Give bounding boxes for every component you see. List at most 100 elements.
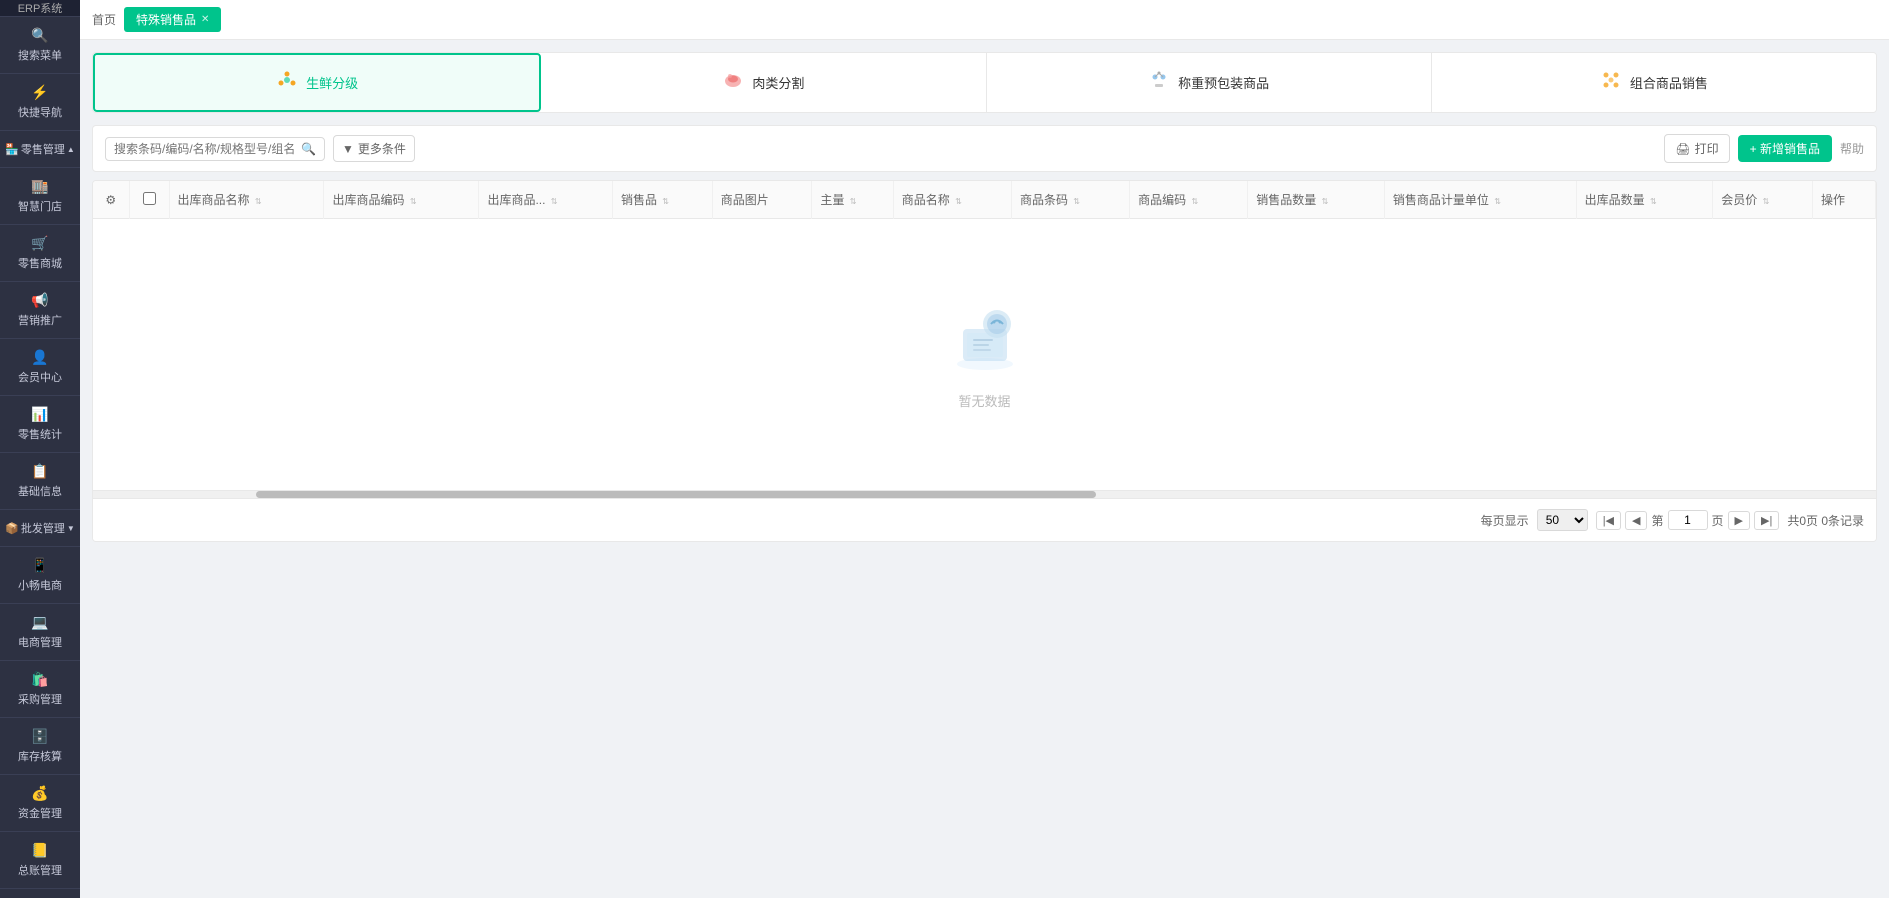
sidebar-item-finance[interactable]: 💰 资金管理 (0, 775, 80, 832)
sort-icon[interactable]: ⇅ (551, 197, 558, 206)
sidebar-item-mini-program[interactable]: 📱 小畅电商 (0, 547, 80, 604)
prev-page-button[interactable]: ◀ (1625, 511, 1647, 530)
horizontal-scrollbar[interactable] (93, 490, 1876, 498)
sidebar-item-purchase[interactable]: 🛍️ 采购管理 (0, 661, 80, 718)
page-nav: |◀ ◀ 第 页 ▶ ▶| (1596, 510, 1780, 530)
help-button[interactable]: 帮助 (1840, 140, 1864, 157)
filter-button[interactable]: ▼ 更多条件 (333, 135, 415, 162)
sidebar-item-label: 库存核算 (18, 748, 62, 764)
inventory-icon: 🗄️ (31, 728, 48, 745)
ledger-icon: 📒 (31, 842, 48, 859)
filter-label: 更多条件 (358, 140, 406, 157)
sidebar-item-retail[interactable]: 🏪 零售管理 ▲ (0, 131, 80, 168)
per-page-select[interactable]: 10 20 50 100 (1537, 509, 1588, 531)
ecommerce-icon: 💻 (31, 614, 48, 631)
main-content: 首页 特殊销售品 ✕ 生鲜分级 (80, 0, 1889, 898)
retail-mall-icon: 🛒 (31, 235, 48, 252)
sidebar-item-invoice[interactable]: 🧾 发票管理 (0, 889, 80, 898)
empty-state-icon (945, 299, 1025, 379)
new-label: + 新增销售品 (1750, 140, 1820, 157)
sidebar-item-ledger[interactable]: 📒 总账管理 (0, 832, 80, 889)
sidebar-item-label: 搜索菜单 (18, 47, 62, 63)
th-out-name: 出库商品名称 ⇅ (169, 181, 324, 219)
sidebar-item-retail-mall[interactable]: 🛒 零售商城 (0, 225, 80, 282)
filter-icon: ▼ (342, 142, 354, 156)
per-page-label: 每页显示 (1481, 512, 1529, 529)
sidebar-item-label: 会员中心 (18, 369, 62, 385)
sort-icon[interactable]: ⇅ (850, 197, 857, 206)
th-checkbox[interactable] (129, 181, 169, 219)
category-tabs: 生鲜分级 肉类分割 (92, 52, 1877, 113)
weigh-tab-icon (1148, 69, 1170, 96)
th-out-code: 出库商品编码 ⇅ (324, 181, 479, 219)
sort-icon[interactable]: ⇅ (410, 197, 417, 206)
sidebar-logo: ERP系统 (0, 0, 80, 17)
sidebar-item-label: 批发管理 (21, 520, 65, 536)
member-icon: 👤 (31, 349, 48, 366)
horizontal-scrollbar-thumb[interactable] (256, 491, 1096, 498)
sidebar-item-marketing[interactable]: 📢 营销推广 (0, 282, 80, 339)
sidebar-item-label: 零售管理 (21, 141, 65, 157)
th-goods-name: 商品名称 ⇅ (893, 181, 1011, 219)
sidebar-item-ecommerce[interactable]: 💻 电商管理 (0, 604, 80, 661)
sort-icon[interactable]: ⇅ (1073, 197, 1080, 206)
sort-icon[interactable]: ⇅ (1322, 197, 1329, 206)
page-label-prefix: 第 (1651, 512, 1663, 529)
print-icon: 🖨 (1675, 142, 1690, 156)
th-goods-code: 商品编码 ⇅ (1130, 181, 1248, 219)
home-link[interactable]: 首页 (92, 11, 116, 28)
combo-tab-icon (1600, 69, 1622, 96)
th-sale-qty: 销售品数量 ⇅ (1248, 181, 1385, 219)
print-label: 打印 (1695, 140, 1719, 157)
tab-combo[interactable]: 组合商品销售 (1432, 53, 1876, 112)
sidebar-item-inventory[interactable]: 🗄️ 库存核算 (0, 718, 80, 775)
sort-icon[interactable]: ⇅ (1494, 197, 1501, 206)
sidebar-item-search[interactable]: 🔍 搜索菜单 (0, 17, 80, 74)
th-gear[interactable]: ⚙ (93, 181, 129, 219)
sort-icon[interactable]: ⇅ (662, 197, 669, 206)
print-button[interactable]: 🖨 打印 (1664, 134, 1729, 163)
data-table: ⚙ 出库商品名称 ⇅ 出库商品编码 ⇅ (92, 180, 1877, 542)
sidebar-item-label: 采购管理 (18, 691, 62, 707)
sidebar-item-label: 快捷导航 (18, 104, 62, 120)
sidebar-item-label: 资金管理 (18, 805, 62, 821)
th-sale-item: 销售品 ⇅ (612, 181, 712, 219)
sort-icon[interactable]: ⇅ (955, 197, 962, 206)
active-tab-label: 特殊销售品 (136, 11, 196, 28)
sidebar-item-retail-stats[interactable]: 📊 零售统计 (0, 396, 80, 453)
new-button[interactable]: + 新增销售品 (1738, 135, 1832, 162)
mini-program-icon: 📱 (31, 557, 48, 574)
page-label-suffix: 页 (1712, 512, 1724, 529)
weigh-tab-label: 称重预包装商品 (1178, 73, 1269, 92)
total-info: 共0页 0条记录 (1787, 512, 1864, 529)
sort-icon[interactable]: ⇅ (1191, 197, 1198, 206)
retail-stats-icon: 📊 (31, 406, 48, 423)
page-number-input[interactable] (1668, 510, 1708, 530)
sidebar-item-label: 基础信息 (18, 483, 62, 499)
sidebar-item-member[interactable]: 👤 会员中心 (0, 339, 80, 396)
toolbar: 🔍 ▼ 更多条件 🖨 打印 + 新增销售品 帮助 (92, 125, 1877, 172)
active-tab[interactable]: 特殊销售品 ✕ (124, 7, 221, 32)
sort-icon[interactable]: ⇅ (1650, 197, 1657, 206)
th-operation: 操作 (1812, 181, 1875, 219)
finance-icon: 💰 (31, 785, 48, 802)
search-menu-icon: 🔍 (31, 27, 48, 44)
tab-weigh[interactable]: 称重预包装商品 (987, 53, 1432, 112)
wholesale-icon: 📦 (5, 522, 19, 535)
sort-icon[interactable]: ⇅ (1763, 197, 1770, 206)
th-sale-unit: 销售商品计量单位 ⇅ (1384, 181, 1576, 219)
sort-icon[interactable]: ⇅ (255, 197, 262, 206)
tab-fresh[interactable]: 生鲜分级 (93, 53, 541, 112)
first-page-button[interactable]: |◀ (1596, 511, 1621, 530)
next-page-button[interactable]: ▶ (1728, 511, 1750, 530)
select-all-checkbox[interactable] (143, 192, 156, 205)
smart-store-icon: 🏬 (31, 178, 48, 195)
sidebar-item-base-info[interactable]: 📋 基础信息 (0, 453, 80, 510)
last-page-button[interactable]: ▶| (1754, 511, 1779, 530)
sidebar-item-smart-store[interactable]: 🏬 智慧门店 (0, 168, 80, 225)
sidebar-item-quick-nav[interactable]: ⚡ 快捷导航 (0, 74, 80, 131)
search-input[interactable] (114, 142, 297, 156)
sidebar-item-wholesale[interactable]: 📦 批发管理 ▼ (0, 510, 80, 547)
tab-meat[interactable]: 肉类分割 (541, 53, 986, 112)
close-tab-icon[interactable]: ✕ (201, 14, 209, 25)
